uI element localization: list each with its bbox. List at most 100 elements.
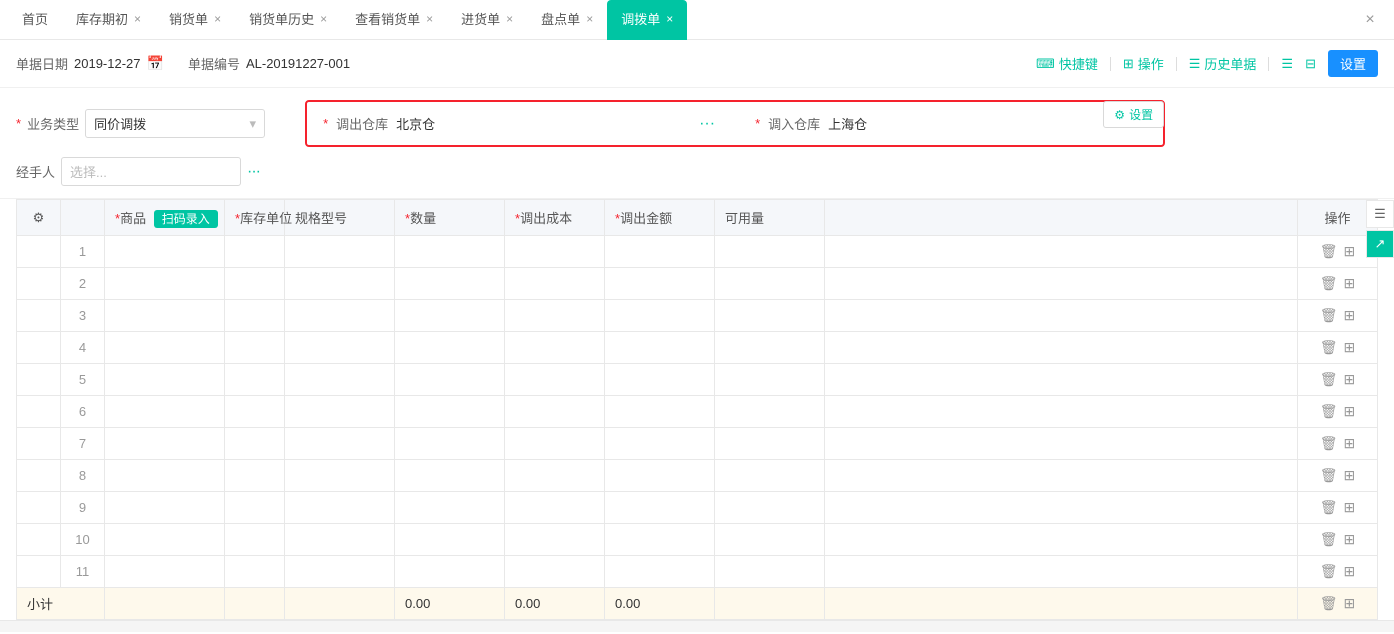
cell-cost-10[interactable] [505, 524, 605, 556]
cell-available-7[interactable] [715, 428, 825, 460]
operator-select[interactable]: 选择... [61, 157, 241, 186]
tab-close-purchase[interactable]: × [506, 12, 513, 26]
cell-product-7[interactable] [105, 428, 225, 460]
copy-icon-5[interactable]: ⊞ [1344, 371, 1356, 388]
cell-product-11[interactable] [105, 556, 225, 588]
cell-spec-5[interactable] [285, 364, 395, 396]
trash-icon-7[interactable]: 🗑 [1320, 435, 1338, 452]
cell-product-10[interactable] [105, 524, 225, 556]
tab-close-sales-order[interactable]: × [214, 12, 221, 26]
cell-cost-11[interactable] [505, 556, 605, 588]
cell-available-8[interactable] [715, 460, 825, 492]
cell-product-3[interactable] [105, 300, 225, 332]
cell-amount-9[interactable] [605, 492, 715, 524]
cell-unit-6[interactable] [225, 396, 285, 428]
trash-icon-1[interactable]: 🗑 [1320, 243, 1338, 260]
trash-icon-3[interactable]: 🗑 [1320, 307, 1338, 324]
cell-product-8[interactable] [105, 460, 225, 492]
tab-close-sales-history[interactable]: × [320, 12, 327, 26]
calendar-icon[interactable]: 📅 [147, 55, 164, 72]
copy-icon-1[interactable]: ⊞ [1344, 243, 1356, 260]
copy-icon-8[interactable]: ⊞ [1344, 467, 1356, 484]
cell-product-6[interactable] [105, 396, 225, 428]
cell-unit-9[interactable] [225, 492, 285, 524]
cell-cost-8[interactable] [505, 460, 605, 492]
trash-icon-11[interactable]: 🗑 [1320, 563, 1338, 580]
cell-unit-4[interactable] [225, 332, 285, 364]
scan-entry-button[interactable]: 扫码录入 [154, 210, 218, 228]
copy-icon-3[interactable]: ⊞ [1344, 307, 1356, 324]
cell-amount-3[interactable] [605, 300, 715, 332]
cell-amount-4[interactable] [605, 332, 715, 364]
tab-purchase[interactable]: 进货单 × [447, 0, 527, 40]
tab-view-sales[interactable]: 查看销货单 × [341, 0, 447, 40]
cell-unit-10[interactable] [225, 524, 285, 556]
cell-amount-5[interactable] [605, 364, 715, 396]
cell-amount-2[interactable] [605, 268, 715, 300]
tab-stocktake[interactable]: 盘点单 × [527, 0, 607, 40]
cell-spec-11[interactable] [285, 556, 395, 588]
copy-icon-9[interactable]: ⊞ [1344, 499, 1356, 516]
tab-transfer[interactable]: 调拨单 × [607, 0, 687, 40]
cell-amount-6[interactable] [605, 396, 715, 428]
copy-icon-6[interactable]: ⊞ [1344, 403, 1356, 420]
in-warehouse-value[interactable]: 上海仓 [828, 114, 867, 133]
cell-qty-7[interactable] [395, 428, 505, 460]
cell-cost-1[interactable] [505, 236, 605, 268]
cell-cost-3[interactable] [505, 300, 605, 332]
tab-close-transfer[interactable]: × [666, 12, 673, 26]
operations-button[interactable]: ⊞ 操作 [1123, 54, 1164, 73]
cell-qty-2[interactable] [395, 268, 505, 300]
operator-more[interactable]: ··· [247, 163, 260, 181]
cell-qty-3[interactable] [395, 300, 505, 332]
cell-qty-6[interactable] [395, 396, 505, 428]
trash-icon-10[interactable]: 🗑 [1320, 531, 1338, 548]
trash-icon-2[interactable]: 🗑 [1320, 275, 1338, 292]
cell-amount-8[interactable] [605, 460, 715, 492]
tab-home[interactable]: 首页 [8, 0, 62, 40]
copy-icon-4[interactable]: ⊞ [1344, 339, 1356, 356]
tab-sales-order[interactable]: 销货单 × [155, 0, 235, 40]
cell-available-5[interactable] [715, 364, 825, 396]
cell-amount-1[interactable] [605, 236, 715, 268]
cell-spec-4[interactable] [285, 332, 395, 364]
cell-qty-4[interactable] [395, 332, 505, 364]
cell-available-11[interactable] [715, 556, 825, 588]
grid-view-button[interactable]: ⊟ [1305, 56, 1316, 72]
cell-spec-9[interactable] [285, 492, 395, 524]
th-settings[interactable]: ⚙ [17, 200, 61, 236]
cell-amount-7[interactable] [605, 428, 715, 460]
biz-type-select[interactable]: 同价调拨 ▾ [85, 109, 265, 138]
cell-cost-9[interactable] [505, 492, 605, 524]
out-warehouse-more[interactable]: ··· [699, 115, 715, 133]
copy-icon-7[interactable]: ⊞ [1344, 435, 1356, 452]
cell-product-9[interactable] [105, 492, 225, 524]
copy-icon-2[interactable]: ⊞ [1344, 275, 1356, 292]
cell-cost-4[interactable] [505, 332, 605, 364]
cell-spec-1[interactable] [285, 236, 395, 268]
cell-available-6[interactable] [715, 396, 825, 428]
cell-unit-8[interactable] [225, 460, 285, 492]
cell-unit-7[interactable] [225, 428, 285, 460]
cell-qty-9[interactable] [395, 492, 505, 524]
trash-icon-6[interactable]: 🗑 [1320, 403, 1338, 420]
cell-amount-10[interactable] [605, 524, 715, 556]
cell-cost-6[interactable] [505, 396, 605, 428]
cell-cost-7[interactable] [505, 428, 605, 460]
trash-icon-4[interactable]: 🗑 [1320, 339, 1338, 356]
panel-settings-button[interactable]: ⚙ 设置 [1103, 101, 1164, 128]
cell-amount-11[interactable] [605, 556, 715, 588]
cell-unit-1[interactable] [225, 236, 285, 268]
tab-inventory-init[interactable]: 库存期初 × [62, 0, 155, 40]
subtotal-trash-icon[interactable]: 🗑 [1320, 595, 1338, 612]
cell-spec-7[interactable] [285, 428, 395, 460]
cell-available-2[interactable] [715, 268, 825, 300]
cell-spec-8[interactable] [285, 460, 395, 492]
cell-available-1[interactable] [715, 236, 825, 268]
subtotal-copy-icon[interactable]: ⊞ [1344, 595, 1356, 612]
tab-bar-close-button[interactable]: × [1354, 4, 1386, 36]
cell-spec-10[interactable] [285, 524, 395, 556]
history-button[interactable]: ☰ 历史单据 [1189, 54, 1257, 73]
cell-unit-3[interactable] [225, 300, 285, 332]
right-tool-list[interactable]: ☰ [1366, 200, 1394, 228]
